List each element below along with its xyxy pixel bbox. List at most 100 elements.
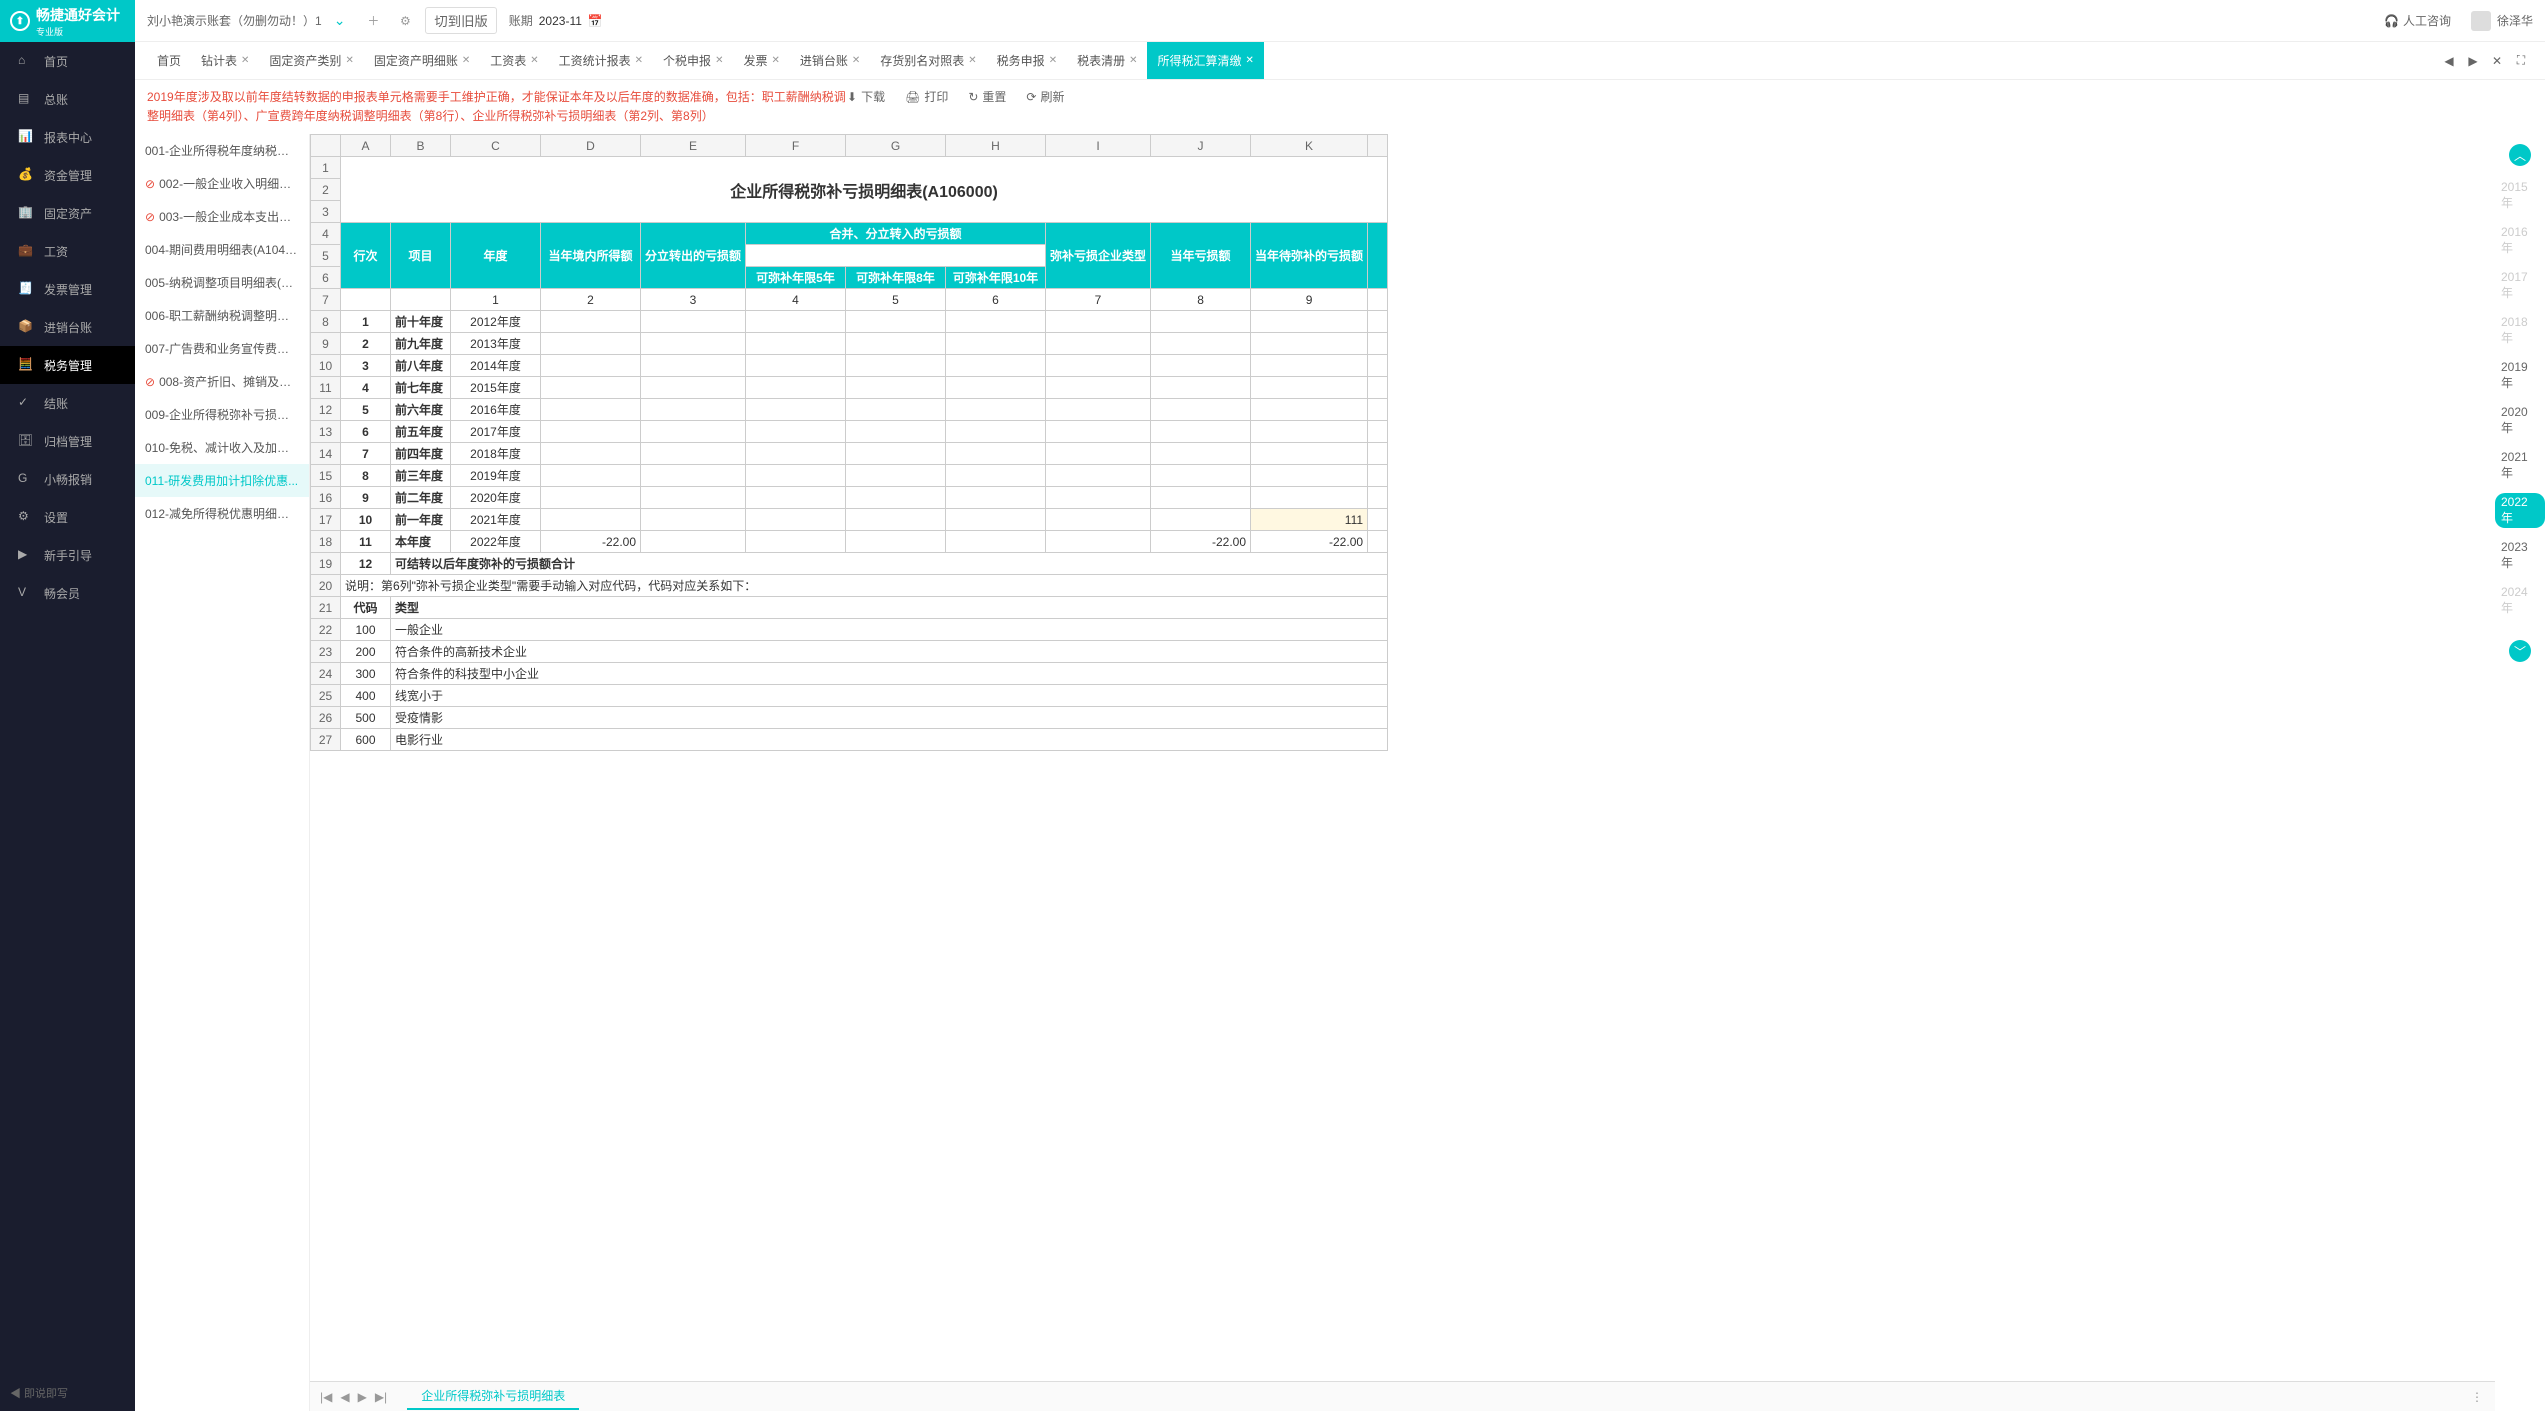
close-icon[interactable]: ✕ xyxy=(1049,55,1057,66)
close-icon[interactable]: ✕ xyxy=(462,55,470,66)
report-item[interactable]: 012-减免所得税优惠明细表(... xyxy=(135,497,309,530)
col-header[interactable]: G xyxy=(846,135,946,157)
report-item[interactable]: 005-纳税调整项目明细表(A1... xyxy=(135,266,309,299)
col-header[interactable]: K xyxy=(1251,135,1368,157)
report-item[interactable]: 007-广告费和业务宣传费跨... xyxy=(135,332,309,365)
tab-next-icon[interactable]: ▶ xyxy=(2461,42,2485,79)
report-item[interactable]: ⊘003-一般企业成本支出明细... xyxy=(135,200,309,233)
download-button[interactable]: ⬇ 下载 xyxy=(847,88,885,105)
spreadsheet[interactable]: ABCDEFGHIJK1企业所得税弥补亏损明细表(A106000)234行次项目… xyxy=(310,134,1388,751)
col-header[interactable]: D xyxy=(541,135,641,157)
calendar-icon[interactable]: 📅 xyxy=(588,14,603,28)
sheet-menu-icon[interactable]: ⋮ xyxy=(2471,1390,2485,1404)
sheet-tab[interactable]: 企业所得税弥补亏损明细表 xyxy=(407,1383,579,1410)
nav-guide[interactable]: ▶新手引导 xyxy=(0,536,135,574)
report-item[interactable]: 010-免税、减计收入及加计... xyxy=(135,431,309,464)
tab-item[interactable]: 固定资产明细账✕ xyxy=(364,42,480,79)
year-up-icon[interactable]: ︿ xyxy=(2509,144,2531,166)
switch-old-button[interactable]: 切到旧版 xyxy=(425,7,496,34)
nav-home[interactable]: ⌂首页 xyxy=(0,42,135,80)
tab-item[interactable]: 进销台账✕ xyxy=(790,42,870,79)
close-icon[interactable]: ✕ xyxy=(635,55,643,66)
nav-tax[interactable]: 🧮税务管理 xyxy=(0,346,135,384)
nav-asset[interactable]: 🏢固定资产 xyxy=(0,194,135,232)
tab-item[interactable]: 工资表✕ xyxy=(480,42,548,79)
col-header[interactable]: F xyxy=(746,135,846,157)
fullscreen-icon[interactable]: ⛶ xyxy=(2509,42,2533,79)
close-icon[interactable]: ✕ xyxy=(771,55,779,66)
report-item[interactable]: 006-职工薪酬纳税调整明细... xyxy=(135,299,309,332)
sheet-prev-icon[interactable]: ◀ xyxy=(340,1390,349,1404)
sheet-next-icon[interactable]: ▶ xyxy=(358,1390,367,1404)
year-item[interactable]: 2023年 xyxy=(2495,538,2545,573)
consult-link[interactable]: 人工咨询 xyxy=(2403,12,2451,29)
nav-stock[interactable]: 📦进销台账 xyxy=(0,308,135,346)
year-down-icon[interactable]: ﹀ xyxy=(2509,640,2531,662)
row-header[interactable]: 1 xyxy=(311,157,341,179)
sheet-last-icon[interactable]: ▶| xyxy=(375,1390,387,1404)
tab-prev-icon[interactable]: ◀ xyxy=(2437,42,2461,79)
report-item[interactable]: 001-企业所得税年度纳税申... xyxy=(135,134,309,167)
close-icon[interactable]: ✕ xyxy=(345,55,353,66)
period-value[interactable]: 2023-11 xyxy=(539,14,582,28)
report-item[interactable]: 009-企业所得税弥补亏损明... xyxy=(135,398,309,431)
tab-close-icon[interactable]: ✕ xyxy=(2485,42,2509,79)
nav-book[interactable]: ▤总账 xyxy=(0,80,135,118)
tab-item[interactable]: 工资统计报表✕ xyxy=(549,42,653,79)
tab-item[interactable]: 个税申报✕ xyxy=(653,42,733,79)
col-header[interactable]: H xyxy=(946,135,1046,157)
year-item: 2018年 xyxy=(2495,313,2545,348)
report-item[interactable]: 004-期间费用明细表(A1040... xyxy=(135,233,309,266)
close-icon[interactable]: ✕ xyxy=(968,55,976,66)
username[interactable]: 徐泽华 xyxy=(2497,12,2533,29)
col-header[interactable]: C xyxy=(451,135,541,157)
year-item[interactable]: 2020年 xyxy=(2495,403,2545,438)
close-icon[interactable]: ✕ xyxy=(852,55,860,66)
sheet-first-icon[interactable]: |◀ xyxy=(320,1390,332,1404)
nav-close[interactable]: ✓结账 xyxy=(0,384,135,422)
close-icon[interactable]: ✕ xyxy=(715,55,723,66)
tab-item[interactable]: 税务申报✕ xyxy=(987,42,1067,79)
close-icon[interactable]: ✕ xyxy=(1129,55,1137,66)
col-header[interactable]: J xyxy=(1151,135,1251,157)
report-item[interactable]: ⊘008-资产折旧、摊销及纳税... xyxy=(135,365,309,398)
nav-report[interactable]: G小畅报销 xyxy=(0,460,135,498)
logo-sub: 专业版 xyxy=(36,25,120,38)
nav-money[interactable]: 💰资金管理 xyxy=(0,156,135,194)
year-item[interactable]: 2021年 xyxy=(2495,448,2545,483)
print-button[interactable]: 🖨 打印 xyxy=(905,88,948,105)
col-header[interactable]: B xyxy=(391,135,451,157)
tab-item[interactable]: 首页 xyxy=(147,42,191,79)
add-icon[interactable]: ＋ xyxy=(361,9,385,33)
nav-invoice[interactable]: 🧾发票管理 xyxy=(0,270,135,308)
avatar[interactable] xyxy=(2471,11,2491,31)
nav-gear[interactable]: ⚙设置 xyxy=(0,498,135,536)
close-icon[interactable]: ✕ xyxy=(1246,55,1254,66)
headset-icon[interactable]: 🎧 xyxy=(2384,14,2399,28)
nav-chart[interactable]: 📊报表中心 xyxy=(0,118,135,156)
tab-item[interactable]: 固定资产类别✕ xyxy=(259,42,363,79)
nav-vip[interactable]: V畅会员 xyxy=(0,574,135,612)
tab-item[interactable]: 所得税汇算清缴✕ xyxy=(1147,42,1263,79)
close-icon[interactable]: ✕ xyxy=(530,55,538,66)
col-header[interactable]: A xyxy=(341,135,391,157)
nav-salary[interactable]: 💼工资 xyxy=(0,232,135,270)
tab-item[interactable]: 税表清册✕ xyxy=(1067,42,1147,79)
tab-item[interactable]: 钻计表✕ xyxy=(191,42,259,79)
nav-label: 新手引导 xyxy=(44,547,92,564)
nav-archive[interactable]: 🗄归档管理 xyxy=(0,422,135,460)
report-item[interactable]: ⊘002-一般企业收入明细表(A1... xyxy=(135,167,309,200)
period-label: 账期 xyxy=(509,12,533,29)
tab-item[interactable]: 发票✕ xyxy=(733,42,789,79)
col-header[interactable]: E xyxy=(641,135,746,157)
year-item[interactable]: 2019年 xyxy=(2495,358,2545,393)
report-item[interactable]: 011-研发费用加计扣除优惠... xyxy=(135,464,309,497)
refresh-button[interactable]: ⟳ 刷新 xyxy=(1026,88,1064,105)
year-item[interactable]: 2022年 xyxy=(2495,493,2545,528)
gear-icon[interactable]: ⚙ xyxy=(393,9,417,33)
col-header[interactable]: I xyxy=(1046,135,1151,157)
account-selector[interactable]: 刘小艳演示账套（勿删勿动！）1 ⌄ xyxy=(147,12,357,29)
tab-item[interactable]: 存货别名对照表✕ xyxy=(870,42,986,79)
close-icon[interactable]: ✕ xyxy=(241,55,249,66)
reset-button[interactable]: ↻ 重置 xyxy=(968,88,1006,105)
